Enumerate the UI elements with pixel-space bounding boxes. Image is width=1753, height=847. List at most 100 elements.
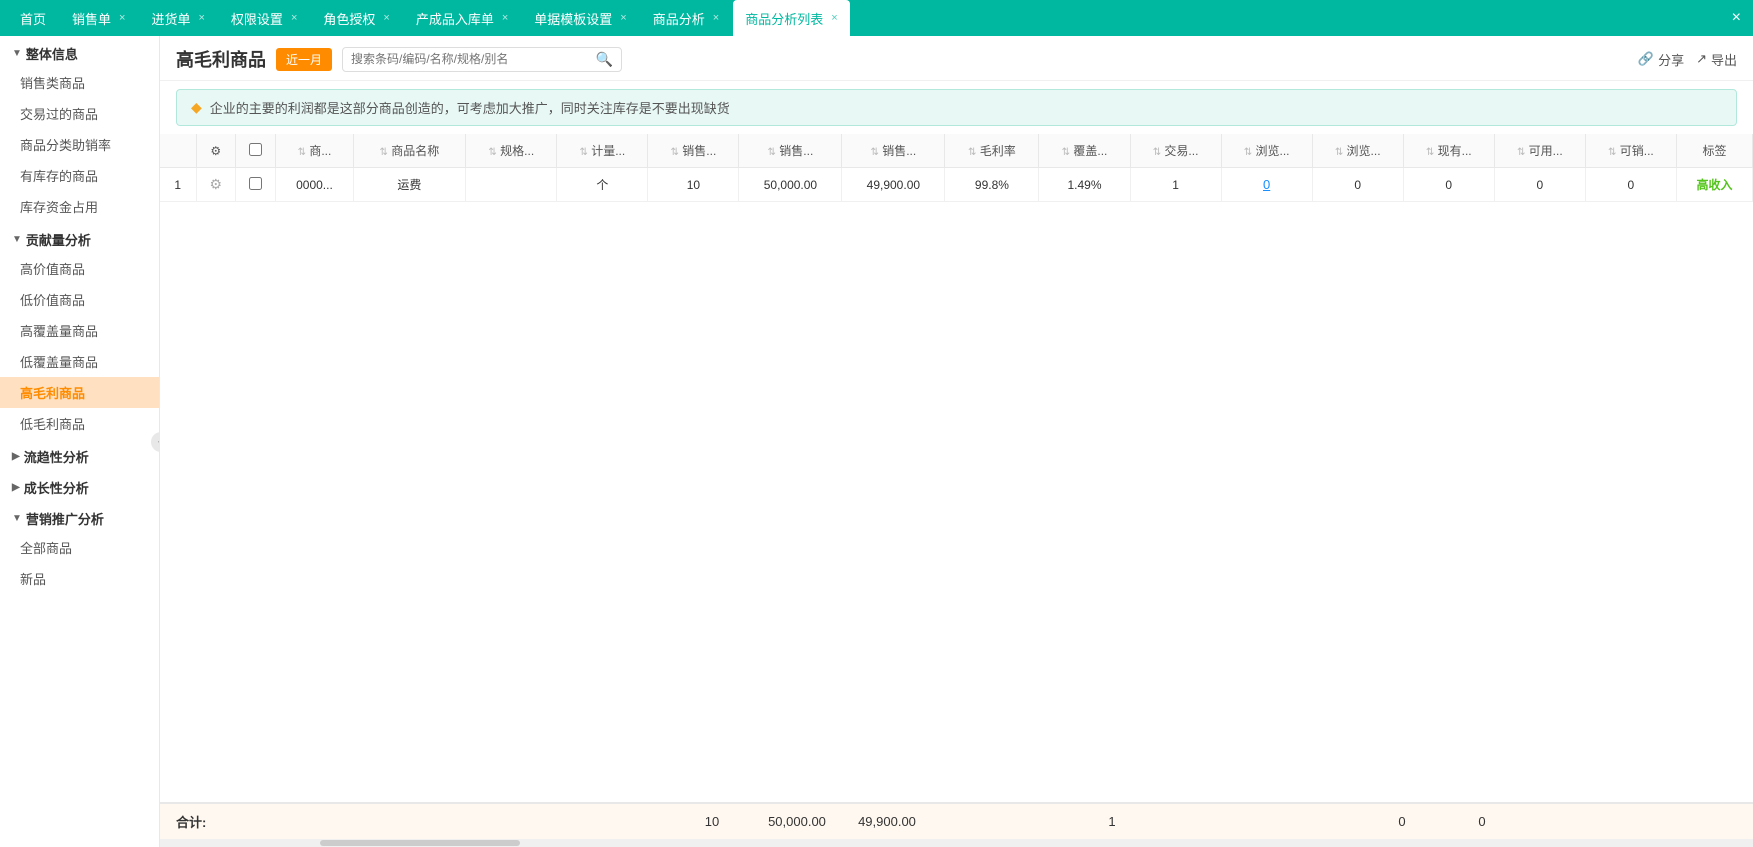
- sidebar-item-库存资金占用[interactable]: 库存资金占用: [0, 191, 159, 222]
- sidebar-item-label: 库存资金占用: [20, 200, 98, 215]
- nav-item-销售单[interactable]: 销售单 ×: [60, 0, 137, 36]
- tag-cell: 高收入: [1676, 168, 1752, 202]
- gross-margin-col[interactable]: ⇅ 毛利率: [945, 134, 1039, 168]
- tag-col: 标签: [1676, 134, 1752, 168]
- sidebar-item-有库存的商品[interactable]: 有库存的商品: [0, 160, 159, 191]
- sidebar-item-全部商品[interactable]: 全部商品: [0, 532, 159, 563]
- sidebar-item-低价值商品[interactable]: 低价值商品: [0, 284, 159, 315]
- footer-value: [932, 814, 1002, 829]
- nav-close-icon[interactable]: ×: [620, 12, 626, 24]
- content-header: 高毛利商品 近一月 🔍 🔗 分享 ↗ 导出: [160, 36, 1753, 81]
- sidebar-item-高覆盖量商品[interactable]: 高覆盖量商品: [0, 315, 159, 346]
- footer-label: 合计:: [176, 812, 236, 831]
- nav-item-产成品入库单[interactable]: 产成品入库单 ×: [404, 0, 520, 36]
- group-arrow-icon: ▶: [12, 451, 20, 462]
- sidebar-group-流趋性分析[interactable]: ▶流趋性分析: [0, 439, 159, 470]
- nav-close-icon[interactable]: ×: [831, 12, 837, 24]
- code-cell: 0000...: [276, 168, 353, 202]
- views2-col[interactable]: ⇅ 浏览...: [1312, 134, 1403, 168]
- nav-close-icon[interactable]: ×: [502, 12, 508, 24]
- nav-item-角色授权[interactable]: 角色授权 ×: [311, 0, 401, 36]
- sales-profit-cell: 49,900.00: [842, 168, 945, 202]
- spec-col[interactable]: ⇅ 规格...: [466, 134, 557, 168]
- nav-close-icon[interactable]: ×: [291, 12, 297, 24]
- filter-button[interactable]: 近一月: [276, 48, 332, 71]
- footer-value: [552, 814, 622, 829]
- sidebar-item-新品[interactable]: 新品: [0, 563, 159, 594]
- sidebar: « ▼整体信息销售类商品交易过的商品商品分类助销率有库存的商品库存资金占用▼贡献…: [0, 36, 160, 847]
- sidebar-item-label: 高毛利商品: [20, 386, 85, 401]
- footer-value: [432, 814, 552, 829]
- code-col[interactable]: ⇅ 商...: [276, 134, 353, 168]
- settings-icon[interactable]: ⚙: [210, 176, 223, 192]
- nav-close-icon[interactable]: ×: [713, 12, 719, 24]
- sidebar-item-销售类商品[interactable]: 销售类商品: [0, 67, 159, 98]
- nav-item-商品分析[interactable]: 商品分析×: [641, 0, 731, 36]
- footer-value: [352, 814, 432, 829]
- sales-amount-col[interactable]: ⇅ 销售...: [739, 134, 842, 168]
- nav-close-icon[interactable]: ×: [383, 12, 389, 24]
- current-col[interactable]: ⇅ 现有...: [1403, 134, 1494, 168]
- row-checkbox[interactable]: [249, 177, 262, 190]
- settings-col: ⚙: [196, 134, 236, 168]
- coverage-col[interactable]: ⇅ 覆盖...: [1039, 134, 1130, 168]
- unit-cell: 个: [557, 168, 648, 202]
- group-label: 整体信息: [26, 44, 78, 63]
- nav-label: 产成品入库单: [416, 9, 494, 28]
- share-button[interactable]: 🔗 分享: [1638, 50, 1684, 69]
- transactions-col[interactable]: ⇅ 交易...: [1130, 134, 1221, 168]
- nav-label: 单据模板设置: [534, 9, 612, 28]
- sidebar-group-成长性分析[interactable]: ▶成长性分析: [0, 470, 159, 501]
- nav-label: 商品分析列表: [745, 9, 823, 28]
- search-input[interactable]: [351, 52, 590, 66]
- group-label: 贡献量分析: [26, 230, 91, 249]
- nav-item-单据模板设置[interactable]: 单据模板设置 ×: [522, 0, 638, 36]
- group-arrow-icon: ▼: [12, 234, 22, 245]
- group-label: 成长性分析: [24, 478, 89, 497]
- transactions-cell: 1: [1130, 168, 1221, 202]
- sidebar-item-低毛利商品[interactable]: 低毛利商品: [0, 408, 159, 439]
- sidebar-group-整体信息[interactable]: ▼ 整体信息: [0, 36, 159, 67]
- nav-item-进货单[interactable]: 进货单×: [139, 0, 216, 36]
- sidebar-item-低覆盖量商品[interactable]: 低覆盖量商品: [0, 346, 159, 377]
- sidebar-group-营销推广分析[interactable]: ▼营销推广分析: [0, 501, 159, 532]
- views1-col[interactable]: ⇅ 浏览...: [1221, 134, 1312, 168]
- table-container[interactable]: ⚙⇅ 商...⇅ 商品名称⇅ 规格...⇅ 计量...⇅ 销售...⇅ 销售..…: [160, 134, 1753, 802]
- nav-label: 首页: [20, 9, 46, 28]
- group-arrow-icon: ▼: [12, 48, 22, 59]
- sales-profit-col[interactable]: ⇅ 销售...: [842, 134, 945, 168]
- info-icon: ◆: [191, 99, 202, 116]
- data-table: ⚙⇅ 商...⇅ 商品名称⇅ 规格...⇅ 计量...⇅ 销售...⇅ 销售..…: [160, 134, 1753, 202]
- window-close-button[interactable]: ×: [1732, 9, 1741, 27]
- footer-value: 49,900.00: [842, 814, 932, 829]
- sidebar-item-label: 有库存的商品: [20, 169, 98, 184]
- views1-link[interactable]: 0: [1263, 177, 1270, 192]
- sidebar-item-高价值商品[interactable]: 高价值商品: [0, 253, 159, 284]
- available-col[interactable]: ⇅ 可用...: [1494, 134, 1585, 168]
- footer-value: 0: [1362, 814, 1442, 829]
- search-icon[interactable]: 🔍: [596, 51, 613, 68]
- nav-label: 角色授权: [323, 9, 375, 28]
- export-button[interactable]: ↗ 导出: [1696, 50, 1737, 69]
- horizontal-scrollbar[interactable]: [160, 839, 1753, 847]
- nav-close-icon[interactable]: ×: [198, 12, 204, 24]
- nav-item-商品分析列表[interactable]: 商品分析列表 ×: [733, 0, 849, 36]
- nav-item-首页[interactable]: 首页: [8, 0, 58, 36]
- sidebar-group-贡献量分析[interactable]: ▼ 贡献量分析: [0, 222, 159, 253]
- sidebar-item-商品分类助销率[interactable]: 商品分类助销率: [0, 129, 159, 160]
- footer-value: [1222, 814, 1292, 829]
- coverage-cell: 1.49%: [1039, 168, 1130, 202]
- name-col[interactable]: ⇅ 商品名称: [353, 134, 466, 168]
- sidebar-item-交易过的商品[interactable]: 交易过的商品: [0, 98, 159, 129]
- sidebar-item-高毛利商品[interactable]: 高毛利商品: [0, 377, 159, 408]
- nav-label: 销售单: [72, 9, 111, 28]
- views1-cell: 0: [1221, 168, 1312, 202]
- unit-col[interactable]: ⇅ 计量...: [557, 134, 648, 168]
- sellable-col[interactable]: ⇅ 可销...: [1585, 134, 1676, 168]
- nav-item-权限设置[interactable]: 权限设置×: [219, 0, 309, 36]
- scrollbar-thumb[interactable]: [320, 840, 520, 846]
- sales-qty-col[interactable]: ⇅ 销售...: [648, 134, 739, 168]
- nav-close-icon[interactable]: ×: [119, 12, 125, 24]
- sidebar-item-label: 交易过的商品: [20, 107, 98, 122]
- banner-text: 企业的主要的利润都是这部分商品创造的，可考虑加大推广，同时关注库存是不要出现缺货: [210, 98, 730, 117]
